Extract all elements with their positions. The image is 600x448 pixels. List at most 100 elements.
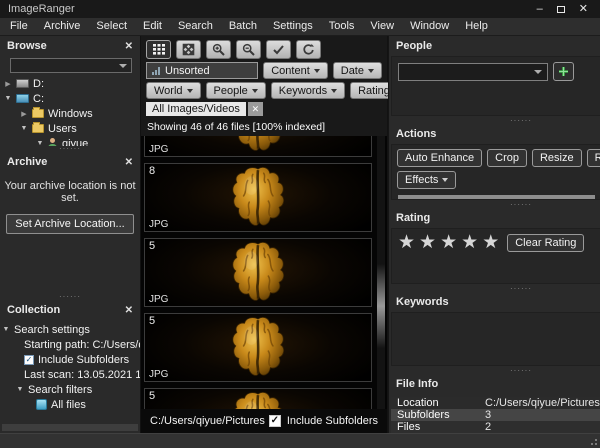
maximize-icon[interactable] — [557, 6, 565, 13]
expander-expanded-icon[interactable]: ▼ — [16, 386, 24, 393]
browse-panel: Browse ✕ ▶ D: ▼ C: ▶ — [0, 36, 140, 146]
keywords-filter-button[interactable]: Keywords — [271, 82, 345, 99]
effects-button[interactable]: Effects — [397, 171, 456, 189]
menu-item-settings[interactable]: Settings — [265, 18, 321, 35]
chevron-down-icon — [534, 70, 542, 74]
fullscreen-button[interactable] — [176, 40, 201, 59]
menu-item-edit[interactable]: Edit — [135, 18, 170, 35]
menu-item-view[interactable]: View — [362, 18, 402, 35]
tree-item-windows[interactable]: ▶ Windows — [4, 106, 140, 121]
expander-expanded-icon[interactable]: ▼ — [20, 125, 28, 132]
sort-order-value: Unsorted — [165, 65, 210, 77]
thumbnail-cell[interactable]: 5 JPG — [144, 388, 372, 409]
file-info-value: 3 — [485, 409, 491, 421]
menu-item-archive[interactable]: Archive — [36, 18, 89, 35]
zoom-out-button[interactable] — [236, 40, 261, 59]
grid-view-button[interactable] — [146, 40, 171, 59]
star-icon[interactable]: ★ — [440, 233, 457, 252]
checkbox-checked-icon[interactable]: ✓ — [24, 355, 34, 365]
collection-item-include-subfolders[interactable]: ✓ Include Subfolders — [2, 352, 140, 367]
keywords-empty-area — [391, 312, 600, 366]
people-filter-button[interactable]: People — [206, 82, 266, 99]
tree-item-drive-c[interactable]: ▼ C: — [4, 91, 140, 106]
checkbox-checked-icon[interactable]: ✓ — [269, 415, 281, 427]
list-scrollbar-thumb[interactable] — [377, 264, 385, 348]
archive-close-icon[interactable]: ✕ — [125, 157, 133, 168]
expander-collapsed-icon[interactable]: ▶ — [4, 80, 12, 88]
tree-item-users[interactable]: ▼ Users — [4, 121, 140, 136]
close-icon[interactable]: ✕ — [579, 0, 588, 18]
actions-horizontal-scrollbar[interactable] — [398, 195, 600, 200]
thumbnail-cell[interactable]: 5 JPG — [144, 238, 372, 307]
left-sidebar: Browse ✕ ▶ D: ▼ C: ▶ — [0, 36, 140, 433]
star-icon[interactable]: ★ — [482, 233, 499, 252]
grid-icon — [153, 44, 165, 55]
collection-item-all-files[interactable]: All files — [2, 397, 140, 412]
clear-rating-button[interactable]: Clear Rating — [507, 234, 584, 252]
content-filter-button[interactable]: Content — [263, 62, 328, 79]
expander-collapsed-icon[interactable]: ▶ — [20, 110, 28, 118]
menu-item-help[interactable]: Help — [457, 18, 496, 35]
collection-horizontal-scrollbar[interactable] — [2, 424, 138, 431]
file-info-key: Subfolders — [397, 409, 485, 421]
list-scrollbar[interactable] — [377, 136, 385, 409]
chevron-down-icon — [368, 69, 374, 73]
expander-expanded-icon[interactable]: ▼ — [4, 95, 12, 102]
zoom-in-button[interactable] — [206, 40, 231, 59]
menu-item-file[interactable]: File — [2, 18, 36, 35]
resize-button[interactable]: Resize — [532, 149, 582, 167]
remove-filter-icon[interactable]: ✕ — [248, 102, 263, 116]
collection-item-search-filters[interactable]: ▼ Search filters — [2, 382, 140, 397]
collection-tree: ▼ Search settings Starting path: C:/User… — [0, 320, 140, 424]
world-filter-button[interactable]: World — [146, 82, 201, 99]
menu-item-search[interactable]: Search — [170, 18, 221, 35]
button-label: Clear Rating — [515, 237, 576, 249]
tree-label: C: — [33, 93, 44, 105]
tree-label: Users — [48, 123, 77, 135]
archive-panel-title: Archive — [7, 156, 47, 168]
star-icon[interactable]: ★ — [461, 233, 478, 252]
menu-item-tools[interactable]: Tools — [321, 18, 363, 35]
resize-grip[interactable] — [589, 437, 597, 445]
people-panel: People ✕ — [389, 36, 600, 118]
include-subfolders-label: Include Subfolders — [287, 415, 378, 427]
filter-chip[interactable]: All Images/Videos ✕ — [146, 102, 263, 116]
date-filter-button[interactable]: Date — [333, 62, 382, 79]
include-subfolders-toggle[interactable]: ✓ Include Subfolders — [269, 415, 378, 427]
chevron-down-icon — [252, 89, 258, 93]
status-text: Showing 46 of 46 files [100% indexed] — [146, 119, 382, 134]
thumbnail-cell[interactable]: 5 JPG — [144, 313, 372, 382]
tree-label: All files — [51, 399, 86, 411]
rating-panel: Rating ✕ ★ ★ ★ ★ ★ Clear Rating — [389, 208, 600, 286]
chevron-down-icon — [187, 89, 193, 93]
tree-item-drive-d[interactable]: ▶ D: — [4, 76, 140, 91]
app-window: ImageRanger – ✕ File Archive Select Edit… — [0, 0, 600, 448]
rotate-button[interactable]: Rotate — [587, 149, 600, 167]
sort-order-field[interactable]: Unsorted — [146, 62, 258, 79]
browse-dropdown[interactable] — [10, 58, 132, 73]
menu-item-window[interactable]: Window — [402, 18, 457, 35]
refresh-button[interactable] — [296, 40, 321, 59]
actions-scrollbar-thumb[interactable] — [398, 195, 595, 200]
rating-panel-title: Rating — [396, 212, 430, 224]
collection-close-icon[interactable]: ✕ — [125, 305, 133, 316]
star-icon[interactable]: ★ — [419, 233, 436, 252]
thumbnail-cell[interactable]: 8 JPG — [144, 163, 372, 232]
add-person-button[interactable] — [553, 62, 574, 81]
expander-expanded-icon[interactable]: ▼ — [2, 326, 10, 333]
browse-close-icon[interactable]: ✕ — [125, 41, 133, 52]
star-icon[interactable]: ★ — [398, 233, 415, 252]
file-info-row-location: Location C:/Users/qiyue/Pictures — [391, 397, 600, 409]
chevron-down-icon — [314, 69, 320, 73]
auto-enhance-button[interactable]: Auto Enhance — [397, 149, 482, 167]
crop-button[interactable]: Crop — [487, 149, 527, 167]
set-archive-location-button[interactable]: Set Archive Location... — [6, 214, 133, 234]
select-button[interactable] — [266, 40, 291, 59]
collection-item-search-settings[interactable]: ▼ Search settings — [2, 322, 140, 337]
current-folder-path: C:/Users/qiyue/Pictures — [150, 415, 265, 427]
menu-item-select[interactable]: Select — [88, 18, 135, 35]
menu-item-batch[interactable]: Batch — [221, 18, 265, 35]
people-dropdown[interactable] — [398, 63, 548, 81]
minimize-icon[interactable]: – — [537, 0, 543, 18]
thumbnail-cell[interactable]: JPG — [144, 136, 372, 157]
